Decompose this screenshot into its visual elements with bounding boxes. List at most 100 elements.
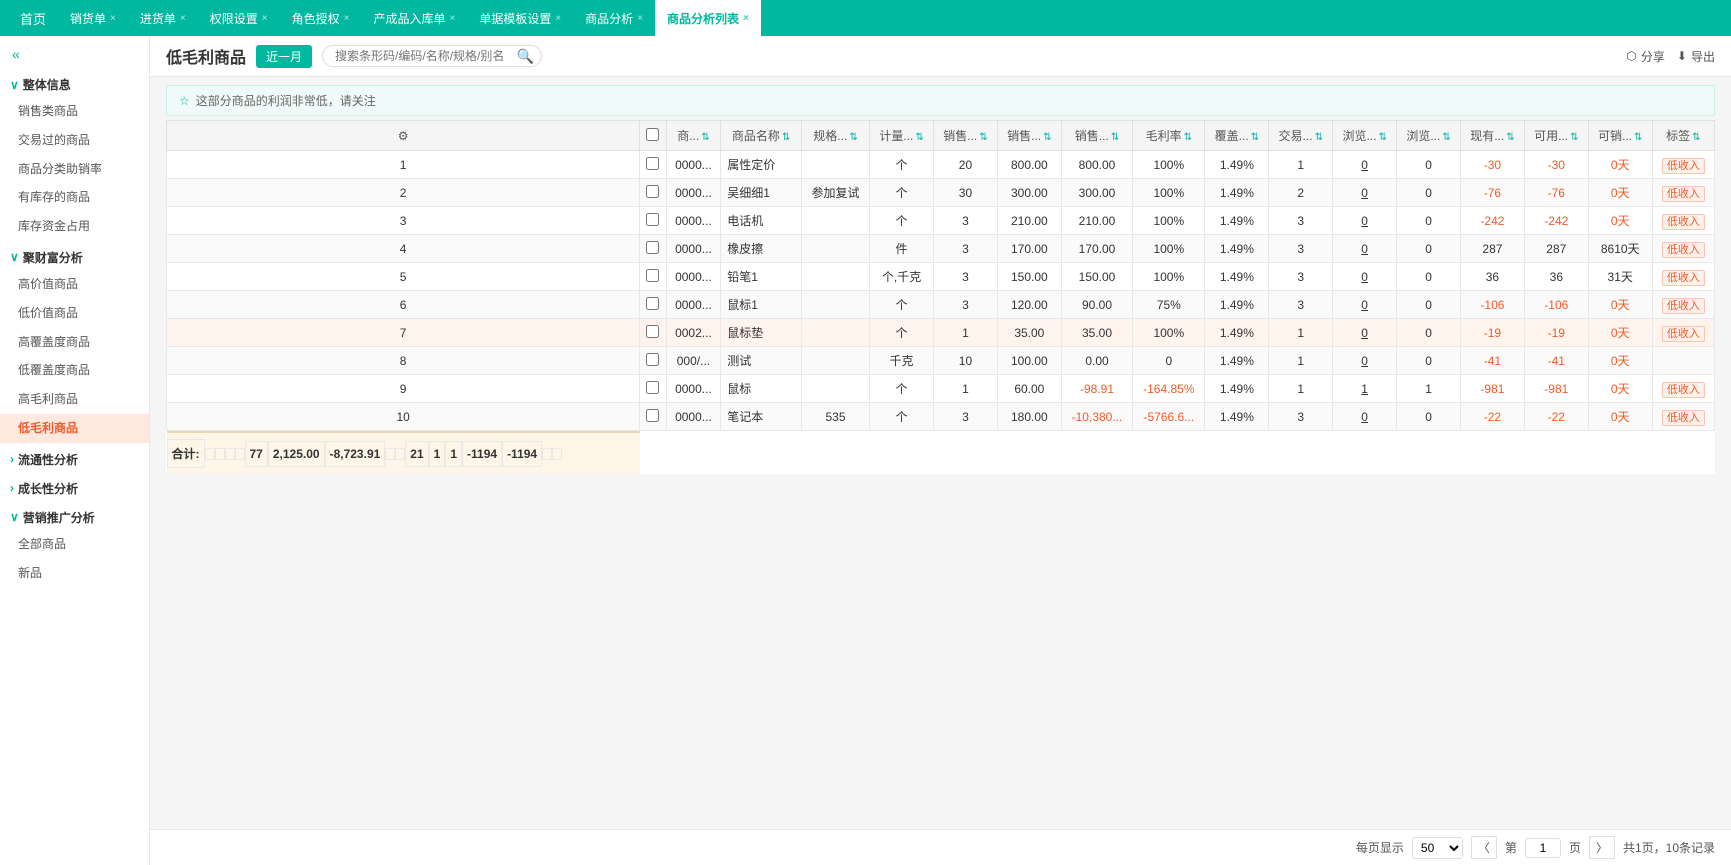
close-template-settings-icon[interactable]: × xyxy=(555,13,561,24)
sidebar-item-high-coverage[interactable]: 高覆盖度商品 xyxy=(0,328,149,357)
share-button[interactable]: ⬡ 分享 xyxy=(1626,48,1665,65)
th-name[interactable]: 商品名称⇅ xyxy=(721,121,802,151)
sidebar-item-in-stock[interactable]: 有库存的商品 xyxy=(0,183,149,212)
row-checkbox[interactable] xyxy=(646,157,659,170)
th-stock1[interactable]: 现有...⇅ xyxy=(1460,121,1524,151)
sidebar-item-high-margin[interactable]: 高毛利商品 xyxy=(0,385,149,414)
select-all-checkbox[interactable] xyxy=(646,128,659,141)
th-code[interactable]: 商...⇅ xyxy=(666,121,721,151)
cell-browse1[interactable]: 1 xyxy=(1333,375,1397,403)
th-trade[interactable]: 交易...⇅ xyxy=(1269,121,1333,151)
th-gross[interactable]: 毛利率⇅ xyxy=(1133,121,1205,151)
cell-checkbox[interactable] xyxy=(640,207,666,235)
close-role-auth-icon[interactable]: × xyxy=(344,13,350,24)
th-cover[interactable]: 覆盖...⇅ xyxy=(1205,121,1269,151)
nav-home[interactable]: 首页 xyxy=(8,0,58,36)
th-tag[interactable]: 标签⇅ xyxy=(1652,121,1714,151)
date-filter-button[interactable]: 近一月 xyxy=(256,45,312,68)
sidebar-item-traded-goods[interactable]: 交易过的商品 xyxy=(0,126,149,155)
close-product-inbound-icon[interactable]: × xyxy=(449,13,455,24)
search-icon[interactable]: 🔍 xyxy=(517,48,534,65)
cell-checkbox[interactable] xyxy=(640,375,666,403)
th-spec[interactable]: 规格...⇅ xyxy=(801,121,869,151)
th-checkbox[interactable] xyxy=(640,121,666,151)
cell-checkbox[interactable] xyxy=(640,263,666,291)
sidebar-group-liquidity-arrow[interactable]: › xyxy=(10,452,14,466)
cell-browse1[interactable]: 0 xyxy=(1333,235,1397,263)
row-checkbox[interactable] xyxy=(646,297,659,310)
cell-browse1[interactable]: 0 xyxy=(1333,263,1397,291)
close-goods-analysis-list-icon[interactable]: × xyxy=(743,13,749,24)
nav-permission-settings[interactable]: 权限设置 × xyxy=(198,0,280,36)
th-browse1[interactable]: 浏览...⇅ xyxy=(1333,121,1397,151)
cell-browse1[interactable]: 0 xyxy=(1333,403,1397,431)
cell-cover: 1.49% xyxy=(1205,403,1269,431)
sidebar-item-category-rate[interactable]: 商品分类助销率 xyxy=(0,155,149,184)
th-sale2[interactable]: 销售...⇅ xyxy=(997,121,1061,151)
cell-browse1[interactable]: 0 xyxy=(1333,151,1397,179)
row-checkbox[interactable] xyxy=(646,381,659,394)
nav-product-inbound[interactable]: 产成品入库单 × xyxy=(361,0,467,36)
sidebar-group-wealth-arrow[interactable]: ∨ xyxy=(10,250,19,264)
sidebar-group-marketing-arrow[interactable]: ∨ xyxy=(10,510,19,524)
row-checkbox[interactable] xyxy=(646,241,659,254)
cell-browse1[interactable]: 0 xyxy=(1333,291,1397,319)
total-sale1: 77 xyxy=(245,441,268,467)
export-button[interactable]: ⬇ 导出 xyxy=(1677,48,1715,65)
row-checkbox[interactable] xyxy=(646,213,659,226)
nav-template-settings[interactable]: 单据模板设置 × xyxy=(467,0,573,36)
th-browse2[interactable]: 浏览...⇅ xyxy=(1397,121,1461,151)
cell-browse1[interactable]: 0 xyxy=(1333,179,1397,207)
th-stock3[interactable]: 可销...⇅ xyxy=(1588,121,1652,151)
cell-checkbox[interactable] xyxy=(640,235,666,263)
cell-checkbox[interactable] xyxy=(640,403,666,431)
th-unit[interactable]: 计量...⇅ xyxy=(870,121,934,151)
cell-checkbox[interactable] xyxy=(640,319,666,347)
close-sales-order-icon[interactable]: × xyxy=(110,13,116,24)
sidebar-item-all-goods[interactable]: 全部商品 xyxy=(0,530,149,559)
th-sale3[interactable]: 销售...⇅ xyxy=(1061,121,1132,151)
search-input[interactable] xyxy=(322,45,542,67)
sidebar-item-stock-capital[interactable]: 库存资金占用 xyxy=(0,212,149,241)
page-number-input[interactable] xyxy=(1525,838,1561,858)
nav-goods-analysis-list[interactable]: 商品分析列表 × xyxy=(655,0,761,36)
row-checkbox[interactable] xyxy=(646,353,659,366)
nav-sales-order[interactable]: 销货单 × xyxy=(58,0,128,36)
nav-role-auth[interactable]: 角色授权 × xyxy=(280,0,362,36)
nav-goods-analysis[interactable]: 商品分析 × xyxy=(573,0,655,36)
sidebar-collapse-btn[interactable]: « xyxy=(8,42,24,66)
tag-badge: 低收入 xyxy=(1662,298,1705,314)
row-checkbox[interactable] xyxy=(646,409,659,422)
sidebar-group-growth-arrow[interactable]: › xyxy=(10,481,14,495)
sidebar-item-new-goods[interactable]: 新品 xyxy=(0,559,149,588)
sidebar-item-low-margin[interactable]: 低毛利商品 xyxy=(0,414,149,443)
cell-checkbox[interactable] xyxy=(640,291,666,319)
cell-stock1: -981 xyxy=(1460,375,1524,403)
nav-purchase-order[interactable]: 进货单 × xyxy=(128,0,198,36)
close-permission-settings-icon[interactable]: × xyxy=(262,13,268,24)
row-checkbox[interactable] xyxy=(646,269,659,282)
th-settings[interactable]: ⚙ xyxy=(167,121,640,151)
cell-browse1[interactable]: 0 xyxy=(1333,207,1397,235)
th-stock2[interactable]: 可用...⇅ xyxy=(1524,121,1588,151)
cell-checkbox[interactable] xyxy=(640,179,666,207)
sidebar-item-high-value[interactable]: 高价值商品 xyxy=(0,270,149,299)
cell-browse1[interactable]: 0 xyxy=(1333,347,1397,375)
per-page-select[interactable]: 50 100 200 xyxy=(1412,837,1463,859)
sidebar-item-sales-goods[interactable]: 销售类商品 xyxy=(0,97,149,126)
cell-checkbox[interactable] xyxy=(640,347,666,375)
cell-checkbox[interactable] xyxy=(640,151,666,179)
next-page-button[interactable]: 〉 xyxy=(1589,836,1615,859)
prev-page-button[interactable]: 〈 xyxy=(1471,836,1497,859)
cell-browse1[interactable]: 0 xyxy=(1333,319,1397,347)
th-sale1[interactable]: 销售...⇅ xyxy=(934,121,998,151)
close-goods-analysis-icon[interactable]: × xyxy=(637,13,643,24)
close-purchase-order-icon[interactable]: × xyxy=(180,13,186,24)
table-container[interactable]: ⚙ 商...⇅ 商品名称⇅ 规格...⇅ 计量...⇅ 销售...⇅ 销售...… xyxy=(150,120,1731,829)
row-checkbox[interactable] xyxy=(646,185,659,198)
sidebar-item-low-value[interactable]: 低价值商品 xyxy=(0,299,149,328)
row-checkbox[interactable] xyxy=(646,325,659,338)
sidebar-item-low-coverage[interactable]: 低覆盖度商品 xyxy=(0,356,149,385)
sidebar-group-overall-arrow[interactable]: ∨ xyxy=(10,78,19,92)
table-row: 4 0000... 橡皮擦 件 3 170.00 170.00 100% 1.4… xyxy=(167,235,1715,263)
